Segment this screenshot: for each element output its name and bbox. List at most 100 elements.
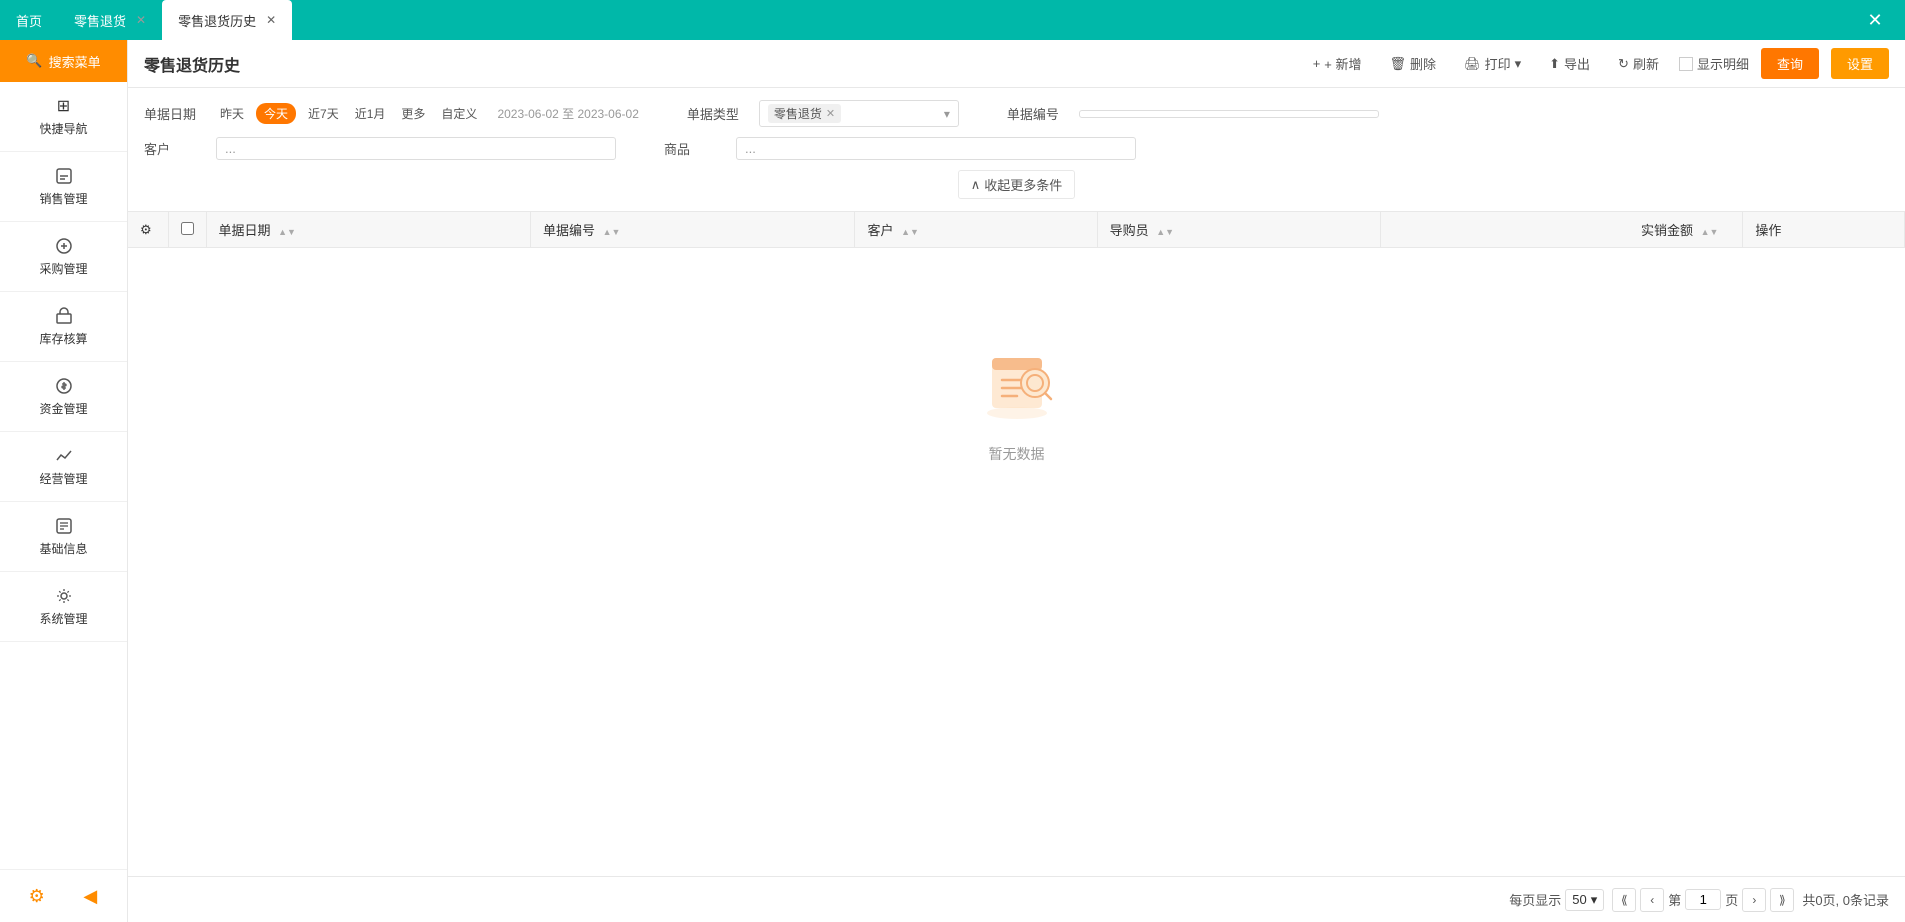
customer-filter-label: 客户 bbox=[144, 139, 200, 158]
number-filter-label: 单据编号 bbox=[1007, 104, 1063, 123]
page-number-input[interactable] bbox=[1685, 889, 1721, 910]
sidebar-bottom: ⚙ ◀ bbox=[0, 869, 127, 922]
empty-icon bbox=[967, 328, 1067, 428]
th-guide[interactable]: 导购员 ▲▼ bbox=[1097, 212, 1380, 248]
last-page-button[interactable]: ⟫ bbox=[1770, 888, 1794, 912]
inventory-icon bbox=[54, 306, 74, 326]
close-window-button[interactable]: ✕ bbox=[1861, 6, 1889, 34]
th-amount[interactable]: 实销金额 ▲▼ bbox=[1380, 212, 1742, 248]
number-sort-icon[interactable]: ▲▼ bbox=[603, 228, 621, 237]
delete-button[interactable]: 🗑 删除 bbox=[1382, 50, 1445, 77]
type-select[interactable]: 零售退货 ✕ ▾ bbox=[759, 100, 959, 127]
tab-retail-return-history-close[interactable]: ✕ bbox=[266, 13, 276, 27]
sidebar-item-sales[interactable]: 销售管理 bbox=[0, 152, 127, 222]
th-settings[interactable]: ⚙ bbox=[128, 212, 168, 248]
page-size-value: 50 bbox=[1572, 892, 1586, 907]
header-actions: + + 新增 🗑 删除 🖨 打印 ▾ ⬆ 导出 ↻ bbox=[1305, 48, 1889, 79]
next-page-button[interactable]: › bbox=[1742, 888, 1766, 912]
number-input-wrap[interactable] bbox=[1079, 110, 1379, 118]
sidebar-search[interactable]: 🔍 搜索菜单 bbox=[0, 40, 127, 82]
goods-input-wrap[interactable]: ... bbox=[736, 137, 1136, 160]
query-button[interactable]: 查询 bbox=[1761, 48, 1819, 79]
page-size-label: 每页显示 bbox=[1509, 890, 1561, 909]
customer-sort-icon[interactable]: ▲▼ bbox=[901, 228, 919, 237]
th-customer[interactable]: 客户 ▲▼ bbox=[855, 212, 1097, 248]
date-opt-today[interactable]: 今天 bbox=[256, 103, 296, 124]
sidebar-item-inventory[interactable]: 库存核算 bbox=[0, 292, 127, 362]
page-size-dropdown[interactable]: 50 ▾ bbox=[1565, 889, 1604, 911]
new-icon: + bbox=[1313, 56, 1321, 71]
refresh-icon: ↻ bbox=[1618, 56, 1629, 72]
sidebar-item-system[interactable]: 系统管理 bbox=[0, 572, 127, 642]
page-header: 零售退货历史 + + 新增 🗑 删除 🖨 打印 ▾ ⬆ 导出 bbox=[128, 40, 1905, 88]
sidebar-item-system-label: 系统管理 bbox=[39, 610, 87, 627]
sidebar-item-inventory-label: 库存核算 bbox=[39, 330, 87, 347]
table-settings-icon[interactable]: ⚙ bbox=[140, 222, 152, 237]
pagination-bar: 每页显示 50 ▾ ⟪ ‹ 第 页 › ⟫ 共0页, 0条记录 bbox=[128, 876, 1905, 922]
customer-input-wrap[interactable]: ... bbox=[216, 137, 616, 160]
print-label: 打印 bbox=[1485, 54, 1511, 73]
basic-info-icon bbox=[54, 516, 74, 536]
new-button[interactable]: + + 新增 bbox=[1305, 50, 1370, 77]
th-checkbox[interactable] bbox=[168, 212, 206, 248]
th-number[interactable]: 单据编号 ▲▼ bbox=[530, 212, 854, 248]
amount-sort-icon[interactable]: ▲▼ bbox=[1701, 228, 1719, 237]
purchase-icon bbox=[54, 236, 74, 256]
date-opt-custom[interactable]: 自定义 bbox=[437, 103, 481, 124]
tab-retail-return[interactable]: 零售退货 ✕ bbox=[58, 0, 162, 40]
sidebar-item-operations[interactable]: 经营管理 bbox=[0, 432, 127, 502]
sidebar-item-sales-label: 销售管理 bbox=[39, 190, 87, 207]
print-button[interactable]: 🖨 打印 ▾ bbox=[1456, 50, 1529, 77]
sidebar-item-basic-info[interactable]: 基础信息 bbox=[0, 502, 127, 572]
refresh-button[interactable]: ↻ 刷新 bbox=[1610, 50, 1667, 77]
sidebar-search-label: 搜索菜单 bbox=[49, 52, 101, 71]
main-layout: 🔍 搜索菜单 ⊞ 快捷导航 销售管理 采购管理 库存核算 bbox=[0, 40, 1905, 922]
sidebar-collapse-button[interactable]: ◀ bbox=[74, 880, 106, 912]
date-opt-yesterday[interactable]: 昨天 bbox=[216, 103, 248, 124]
collapse-icon: ∧ bbox=[971, 177, 981, 193]
type-dropdown-arrow: ▾ bbox=[944, 107, 950, 121]
page-size-arrow: ▾ bbox=[1591, 892, 1598, 908]
date-opt-more[interactable]: 更多 bbox=[397, 103, 429, 124]
collapse-button[interactable]: ∧ 收起更多条件 bbox=[958, 170, 1076, 199]
quick-nav-icon: ⊞ bbox=[54, 96, 74, 116]
th-actions-label: 操作 bbox=[1755, 223, 1781, 238]
empty-text: 暂无数据 bbox=[989, 444, 1045, 464]
checkbox-box[interactable] bbox=[1679, 57, 1693, 71]
tab-home[interactable]: 首页 bbox=[0, 0, 58, 40]
sidebar-item-finance[interactable]: 资金管理 bbox=[0, 362, 127, 432]
th-amount-label: 实销金额 bbox=[1641, 223, 1693, 238]
filter-area: 单据日期 昨天 今天 近7天 近1月 更多 自定义 2023-06-02 至 2… bbox=[128, 88, 1905, 212]
goods-placeholder: ... bbox=[745, 141, 756, 156]
prev-page-button[interactable]: ‹ bbox=[1640, 888, 1664, 912]
type-tag: 零售退货 ✕ bbox=[768, 104, 841, 123]
total-info: 共0页, 0条记录 bbox=[1802, 890, 1889, 909]
type-tag-close[interactable]: ✕ bbox=[826, 107, 835, 120]
export-button[interactable]: ⬆ 导出 bbox=[1541, 50, 1598, 77]
select-all-checkbox[interactable] bbox=[181, 222, 194, 235]
settings-button[interactable]: 设置 bbox=[1831, 48, 1889, 79]
filter-row-2: 客户 ... 商品 ... bbox=[144, 137, 1889, 160]
finance-icon bbox=[54, 376, 74, 396]
data-table: ⚙ 单据日期 ▲▼ 单据编号 ▲▼ bbox=[128, 212, 1905, 248]
search-icon: 🔍 bbox=[26, 53, 42, 69]
sidebar-settings-button[interactable]: ⚙ bbox=[21, 880, 53, 912]
first-page-button[interactable]: ⟪ bbox=[1612, 888, 1636, 912]
guide-sort-icon[interactable]: ▲▼ bbox=[1156, 228, 1174, 237]
type-tag-text: 零售退货 bbox=[774, 105, 822, 122]
refresh-label: 刷新 bbox=[1633, 54, 1659, 73]
tab-retail-return-close[interactable]: ✕ bbox=[136, 13, 146, 27]
operations-icon bbox=[54, 446, 74, 466]
date-sort-icon[interactable]: ▲▼ bbox=[278, 228, 296, 237]
th-date[interactable]: 单据日期 ▲▼ bbox=[206, 212, 530, 248]
date-opt-1month[interactable]: 近1月 bbox=[351, 103, 390, 124]
top-bar-right: ✕ bbox=[1861, 6, 1889, 34]
show-detail-checkbox[interactable]: 显示明细 bbox=[1679, 54, 1749, 73]
date-filter-label: 单据日期 bbox=[144, 104, 200, 123]
tab-retail-return-history[interactable]: 零售退货历史 ✕ bbox=[162, 0, 292, 40]
customer-placeholder: ... bbox=[225, 141, 236, 156]
sidebar-item-quick-nav[interactable]: ⊞ 快捷导航 bbox=[0, 82, 127, 152]
collapse-label: 收起更多条件 bbox=[984, 175, 1062, 194]
date-opt-7days[interactable]: 近7天 bbox=[304, 103, 343, 124]
sidebar-item-purchase[interactable]: 采购管理 bbox=[0, 222, 127, 292]
